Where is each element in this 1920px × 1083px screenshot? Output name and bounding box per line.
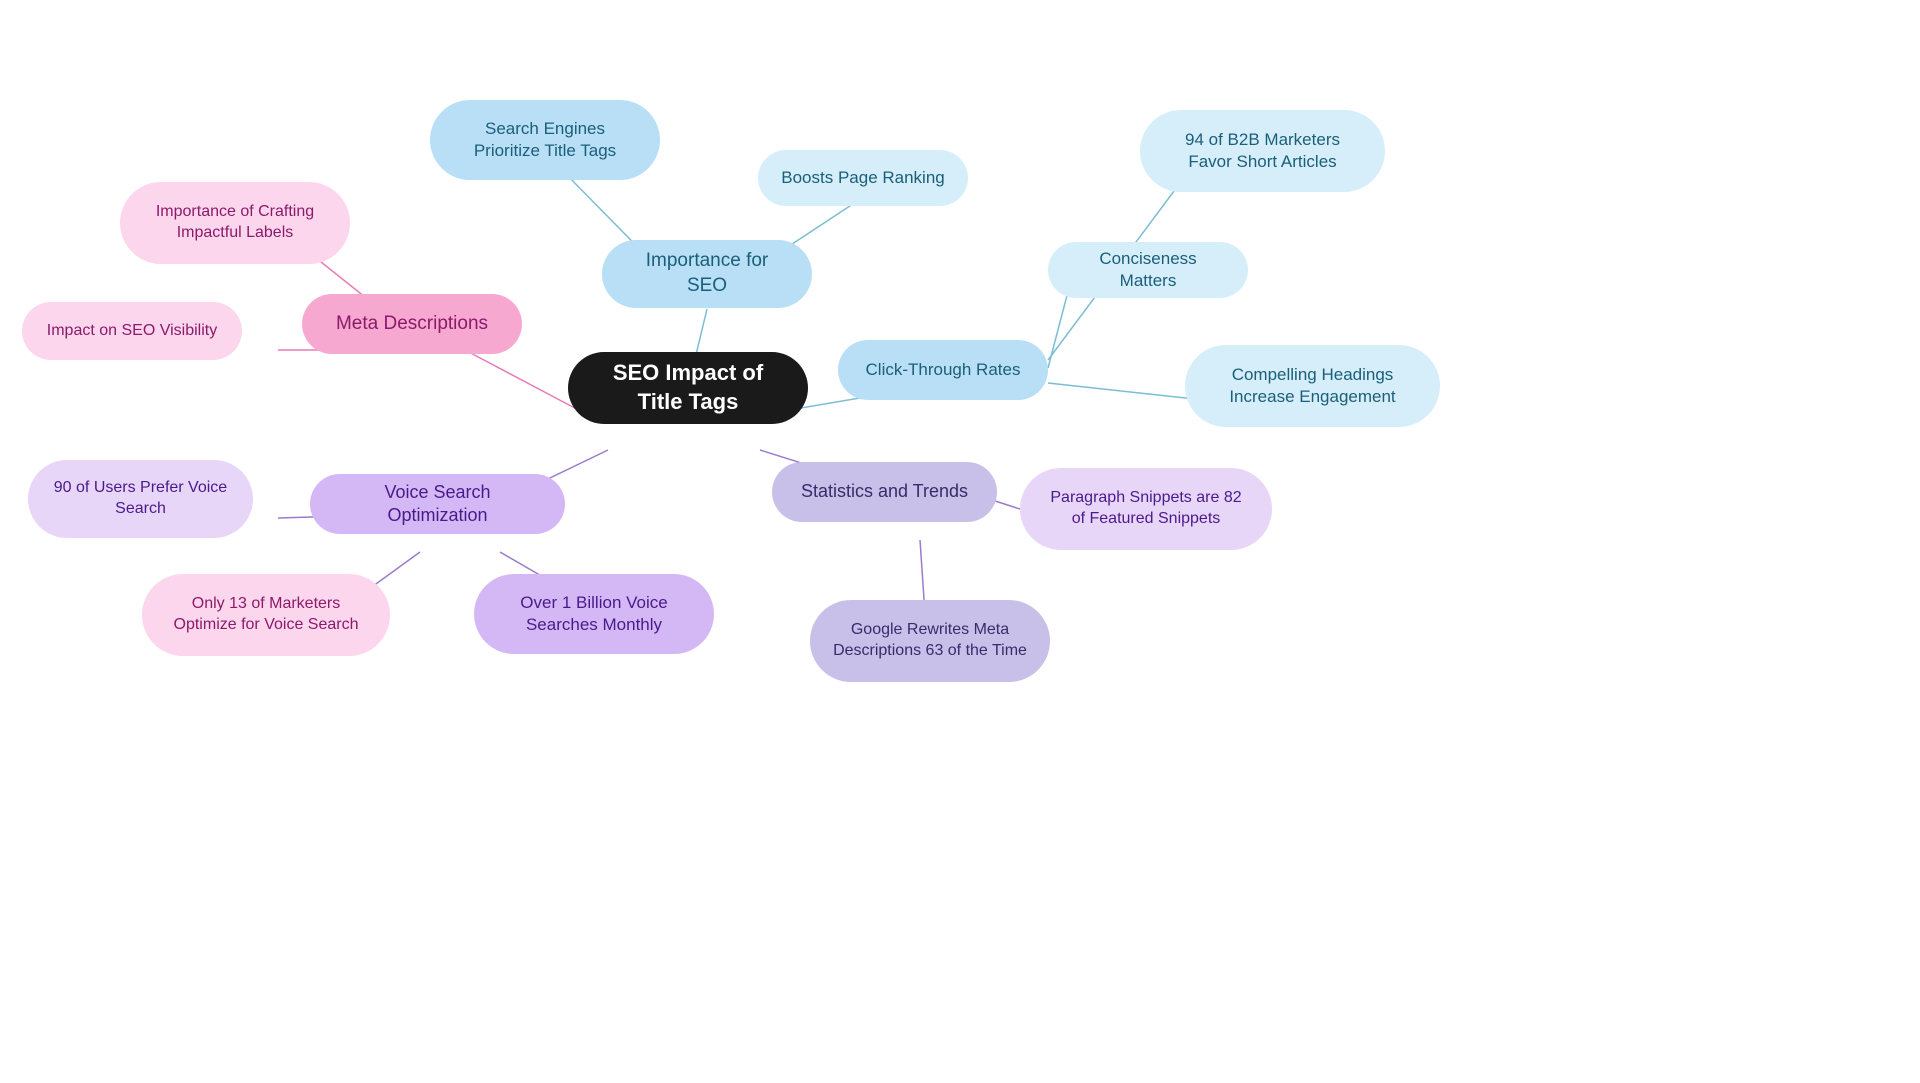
only-13-node[interactable]: Only 13 of Marketers Optimize for Voice …: [142, 574, 390, 656]
search-engines-node[interactable]: Search Engines Prioritize Title Tags: [430, 100, 660, 180]
center-node[interactable]: SEO Impact of Title Tags: [568, 352, 808, 424]
click-through-node[interactable]: Click-Through Rates: [838, 340, 1048, 400]
voice-search-node[interactable]: Voice Search Optimization: [310, 474, 565, 534]
paragraph-snippets-node[interactable]: Paragraph Snippets are 82 of Featured Sn…: [1020, 468, 1272, 550]
conciseness-node[interactable]: Conciseness Matters: [1048, 242, 1248, 298]
google-rewrites-node[interactable]: Google Rewrites Meta Descriptions 63 of …: [810, 600, 1050, 682]
meta-descriptions-node[interactable]: Meta Descriptions: [302, 294, 522, 354]
over-billion-node[interactable]: Over 1 Billion Voice Searches Monthly: [474, 574, 714, 654]
stats-trends-node[interactable]: Statistics and Trends: [772, 462, 997, 522]
b2b-marketers-node[interactable]: 94 of B2B Marketers Favor Short Articles: [1140, 110, 1385, 192]
seo-visibility-node[interactable]: Impact on SEO Visibility: [22, 302, 242, 360]
importance-seo-node[interactable]: Importance for SEO: [602, 240, 812, 308]
crafting-labels-node[interactable]: Importance of Crafting Impactful Labels: [120, 182, 350, 264]
users-prefer-node[interactable]: 90 of Users Prefer Voice Search: [28, 460, 253, 538]
compelling-headings-node[interactable]: Compelling Headings Increase Engagement: [1185, 345, 1440, 427]
boosts-ranking-node[interactable]: Boosts Page Ranking: [758, 150, 968, 206]
